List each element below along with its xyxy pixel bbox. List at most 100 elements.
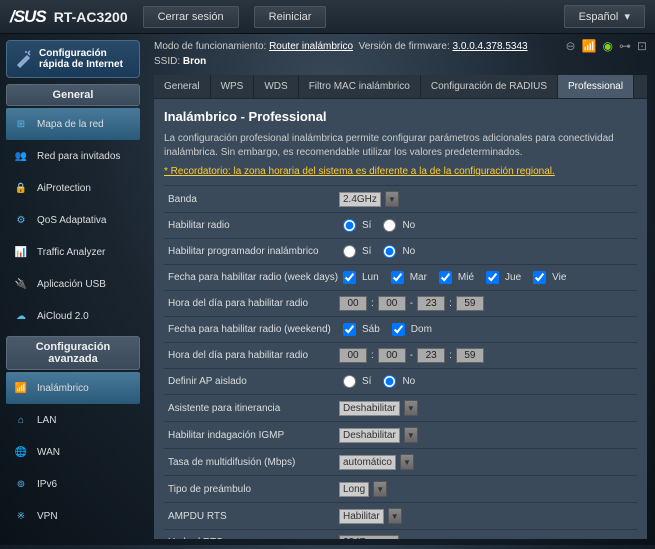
mode-link[interactable]: Router inalámbrico [269, 41, 353, 52]
preamble-label: Tipo de preámbulo [164, 484, 339, 495]
quick-setup-button[interactable]: Configuración rápida de Internet [6, 40, 140, 78]
enable-sched-no[interactable] [383, 245, 396, 258]
enable-sched-yes[interactable] [343, 245, 356, 258]
traffic-icon: 📊 [12, 243, 30, 261]
link-status-icon: ◉ [602, 39, 612, 54]
time1-label: Hora del día para habilitar radio [164, 298, 339, 309]
usb-icon: 🔌 [12, 275, 30, 293]
day-Lun[interactable] [343, 271, 356, 284]
sidebar-item-guest[interactable]: 👥Red para invitados [6, 140, 140, 172]
brand-logo: /SUS [10, 7, 46, 27]
day-Mar[interactable] [391, 271, 404, 284]
model-name: RT-AC3200 [54, 9, 128, 25]
day-Sáb[interactable] [343, 323, 356, 336]
tab-configuración-de-radius[interactable]: Configuración de RADIUS [421, 75, 558, 98]
top-bar: /SUS RT-AC3200 Cerrar sesión Reiniciar E… [0, 0, 655, 34]
band-label: Banda [164, 194, 339, 205]
ap-isolated-label: Definir AP aislado [164, 376, 339, 387]
sidebar-item-qos[interactable]: ⚙QoS Adaptativa [6, 204, 140, 236]
time2-m2[interactable] [456, 348, 484, 363]
day-Jue[interactable] [486, 271, 499, 284]
multicast-select[interactable]: automático [339, 455, 396, 470]
settings-panel: Inalámbrico - Professional La configurac… [154, 99, 647, 539]
roaming-select[interactable]: Deshabilitar [339, 401, 400, 416]
qos-icon: ⚙ [12, 211, 30, 229]
sidebar-item-wireless[interactable]: 📶Inalámbrico [6, 372, 140, 404]
tab-wps[interactable]: WPS [211, 75, 255, 98]
dropdown-icon[interactable]: ▼ [404, 427, 418, 443]
sidebar-item-traffic[interactable]: 📊Traffic Analyzer [6, 236, 140, 268]
section-advanced: Configuración avanzada [6, 336, 140, 370]
wifi-status-icon: 📶 [582, 39, 597, 54]
igmp-select[interactable]: Deshabilitar [339, 428, 400, 443]
time1-h2[interactable] [417, 296, 445, 311]
weekend-label: Fecha para habilitar radio (weekend) [164, 324, 339, 335]
reboot-button[interactable]: Reiniciar [254, 6, 327, 28]
timezone-warning[interactable]: * Recordatorio: la zona horaria del sist… [164, 166, 637, 177]
panel-title: Inalámbrico - Professional [164, 109, 637, 124]
time2-label: Hora del día para habilitar radio [164, 350, 339, 361]
aiprotection-icon: 🔒 [12, 179, 30, 197]
ampdu-label: AMPDU RTS [164, 511, 339, 522]
enable-radio-yes[interactable] [343, 219, 356, 232]
guest-icon: 👥 [12, 147, 30, 165]
time2-h1[interactable] [339, 348, 367, 363]
ap-isolated-yes[interactable] [343, 375, 356, 388]
rts-label: Umbral RTS [164, 537, 339, 539]
wireless-icon: 📶 [12, 379, 30, 397]
time1-h1[interactable] [339, 296, 367, 311]
dropdown-icon[interactable]: ▼ [385, 191, 399, 207]
language-select[interactable]: Español ▾ [564, 5, 645, 28]
dropdown-icon[interactable]: ▼ [388, 508, 402, 524]
logout-button[interactable]: Cerrar sesión [143, 6, 239, 28]
sidebar-item-aiprotection[interactable]: 🔒AiProtection [6, 172, 140, 204]
tab-filtro-mac-inalámbrico[interactable]: Filtro MAC inalámbrico [299, 75, 421, 98]
ssid-value: Bron [183, 56, 206, 67]
day-Mié[interactable] [439, 271, 452, 284]
multicast-label: Tasa de multidifusión (Mbps) [164, 457, 339, 468]
content-area: ⊖ 📶 ◉ ⊶ ⊡ Modo de funcionamiento: Router… [146, 34, 655, 549]
sidebar-item-map[interactable]: ⊞Mapa de la red [6, 108, 140, 140]
day-Vie[interactable] [533, 271, 546, 284]
dropdown-icon[interactable]: ▼ [404, 400, 418, 416]
sidebar-item-vpn[interactable]: ※VPN [6, 500, 140, 532]
time1-m2[interactable] [456, 296, 484, 311]
time1-m1[interactable] [378, 296, 406, 311]
band-select[interactable]: 2.4GHz [339, 192, 381, 207]
fw-link[interactable]: 3.0.0.4.378.5343 [453, 41, 528, 52]
enable-radio-no[interactable] [383, 219, 396, 232]
day-Dom[interactable] [392, 323, 405, 336]
igmp-label: Habilitar indagación IGMP [164, 430, 339, 441]
wand-icon [15, 50, 33, 68]
time2-h2[interactable] [417, 348, 445, 363]
ampdu-select[interactable]: Habilitar [339, 509, 384, 524]
tab-wds[interactable]: WDS [254, 75, 298, 98]
ap-isolated-no[interactable] [383, 375, 396, 388]
sidebar-item-ipv6[interactable]: ⊚IPv6 [6, 468, 140, 500]
tab-professional[interactable]: Professional [558, 75, 634, 98]
quick-setup-label: Configuración rápida de Internet [39, 48, 131, 70]
sidebar-item-usb[interactable]: 🔌Aplicación USB [6, 268, 140, 300]
enable-sched-label: Habilitar programador inalámbrico [164, 246, 339, 257]
sidebar-item-aicloud[interactable]: ☁AiCloud 2.0 [6, 300, 140, 332]
usb-icon: ⊶ [619, 39, 631, 54]
aicloud-icon: ☁ [12, 307, 30, 325]
enable-radio-label: Habilitar radio [164, 220, 339, 231]
sidebar-item-wan[interactable]: 🌐WAN [6, 436, 140, 468]
map-icon: ⊞ [12, 115, 30, 133]
status-info: ⊖ 📶 ◉ ⊶ ⊡ Modo de funcionamiento: Router… [154, 39, 647, 69]
time2-m1[interactable] [378, 348, 406, 363]
preamble-select[interactable]: Long [339, 482, 369, 497]
dropdown-icon[interactable]: ▼ [400, 454, 414, 470]
rts-input[interactable] [339, 535, 399, 539]
dropdown-icon[interactable]: ▼ [373, 481, 387, 497]
tab-bar: GeneralWPSWDSFiltro MAC inalámbricoConfi… [154, 75, 647, 99]
vpn-icon: ※ [12, 507, 30, 525]
sidebar-item-lan[interactable]: ⌂LAN [6, 404, 140, 436]
panel-description: La configuración profesional inalámbrica… [164, 132, 637, 160]
tab-general[interactable]: General [154, 75, 211, 98]
roaming-label: Asistente para itinerancia [164, 403, 339, 414]
section-general: General [6, 84, 140, 106]
ipv6-icon: ⊚ [12, 475, 30, 493]
client-icon: ⊡ [637, 39, 647, 54]
